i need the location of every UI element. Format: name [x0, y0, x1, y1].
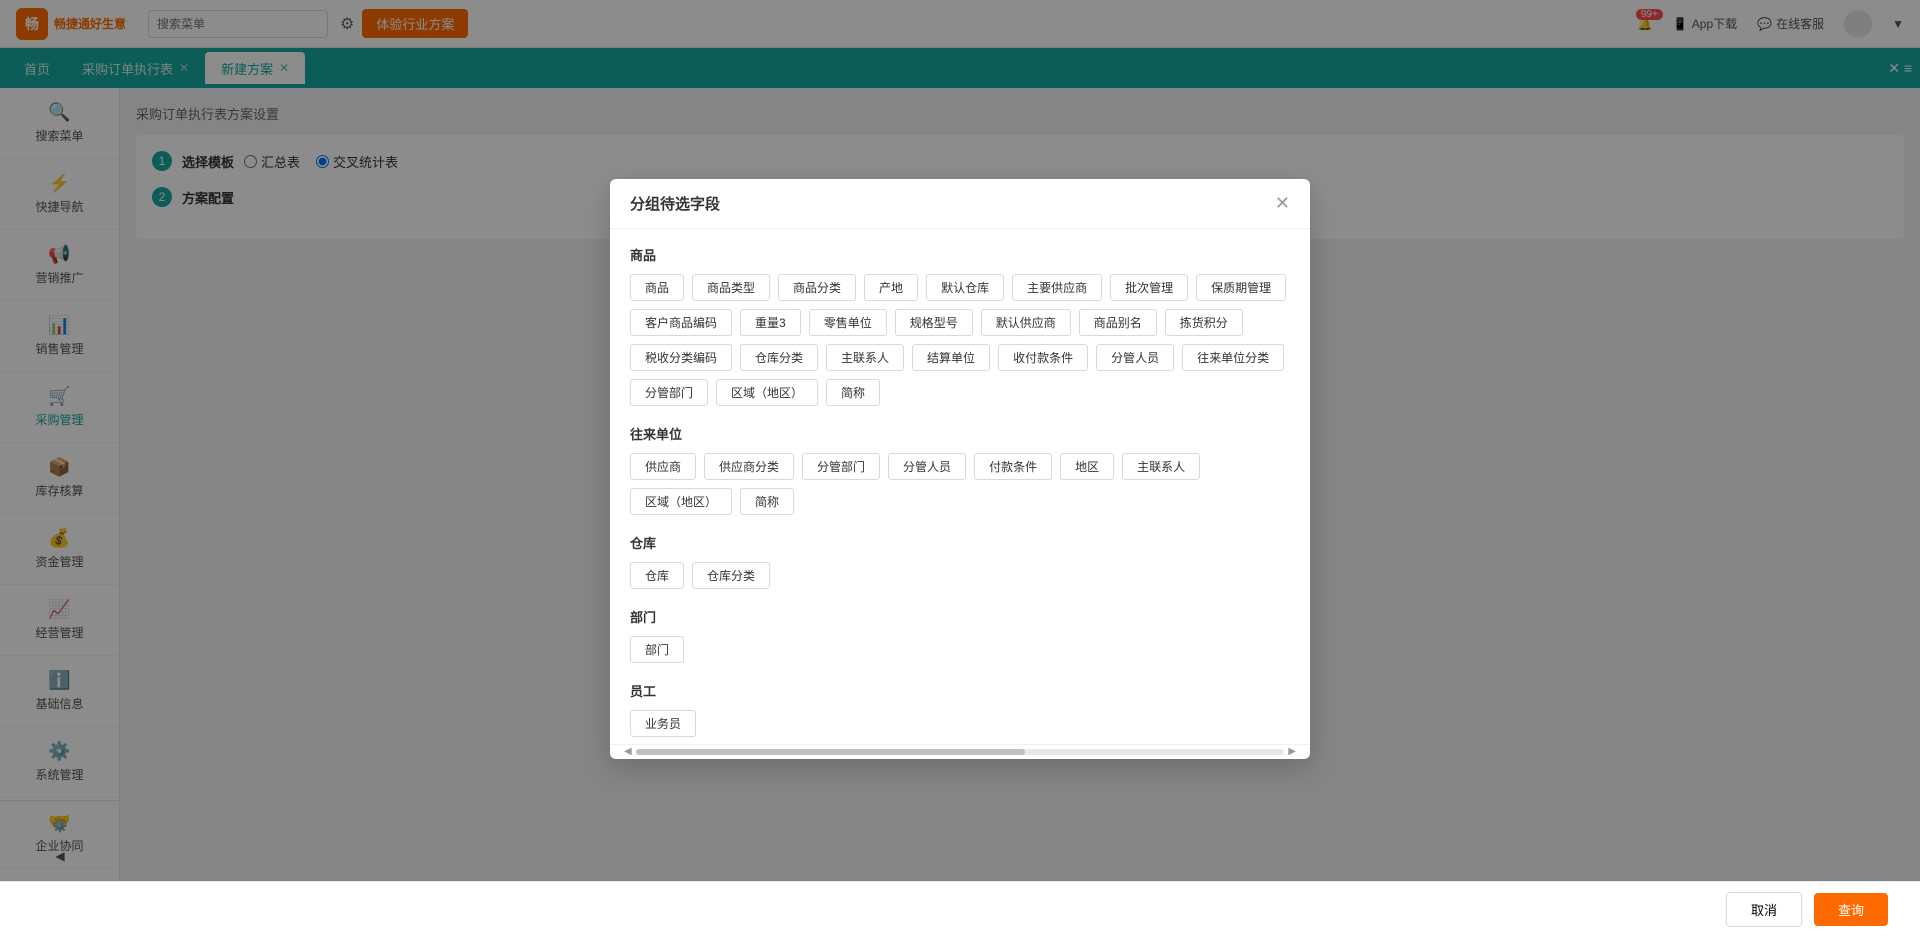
field-section-1: 往来单位供应商供应商分类分管部门分管人员付款条件地区主联系人区域（地区） 简称	[630, 424, 1290, 515]
field-tag-1-4[interactable]: 付款条件	[974, 453, 1052, 480]
field-tags-3: 部门	[630, 636, 1290, 663]
field-tags-4: 业务员	[630, 710, 1290, 737]
field-tags-0: 商品商品类型商品分类产地默认仓库主要供应商批次管理保质期管理客户商品编码重量3 零…	[630, 274, 1290, 406]
modal-footer-scroll: ◀ ▶	[610, 744, 1310, 758]
field-tag-0-15[interactable]: 税收分类编码	[630, 344, 732, 371]
field-tag-0-1[interactable]: 商品类型	[692, 274, 770, 301]
modal-overlay[interactable]: 分组待选字段 ✕ 商品商品商品类型商品分类产地默认仓库主要供应商批次管理保质期管…	[0, 0, 1920, 937]
modal-header: 分组待选字段 ✕	[610, 179, 1310, 229]
field-tag-0-5[interactable]: 主要供应商	[1012, 274, 1102, 301]
field-tag-0-7[interactable]: 保质期管理	[1196, 274, 1286, 301]
cancel-button[interactable]: 取消	[1726, 892, 1802, 927]
field-tag-0-4[interactable]: 默认仓库	[926, 274, 1004, 301]
field-tag-1-3[interactable]: 分管人员	[888, 453, 966, 480]
field-tag-1-5[interactable]: 地区	[1060, 453, 1114, 480]
confirm-button[interactable]: 查询	[1814, 893, 1888, 926]
field-tag-0-16[interactable]: 仓库分类	[740, 344, 818, 371]
modal-close-button[interactable]: ✕	[1275, 193, 1290, 214]
field-tag-0-0[interactable]: 商品	[630, 274, 684, 301]
section-title-4: 员工	[630, 681, 1290, 700]
horizontal-scrollbar[interactable]	[636, 749, 1285, 755]
field-tag-0-12[interactable]: 默认供应商	[981, 309, 1071, 336]
scrollbar-thumb	[636, 749, 1025, 755]
field-section-2: 仓库仓库仓库分类	[630, 533, 1290, 589]
field-tag-0-6[interactable]: 批次管理	[1110, 274, 1188, 301]
field-tag-4-0[interactable]: 业务员	[630, 710, 696, 737]
field-tag-0-24[interactable]: 简称	[826, 379, 880, 406]
field-tag-1-7[interactable]: 区域（地区）	[630, 488, 732, 515]
field-section-4: 员工业务员	[630, 681, 1290, 737]
field-tag-1-1[interactable]: 供应商分类	[704, 453, 794, 480]
section-title-0: 商品	[630, 245, 1290, 264]
field-tag-2-0[interactable]: 仓库	[630, 562, 684, 589]
field-tag-0-23[interactable]: 区域（地区）	[716, 379, 818, 406]
field-tags-2: 仓库仓库分类	[630, 562, 1290, 589]
field-section-3: 部门部门	[630, 607, 1290, 663]
field-tag-0-18[interactable]: 结算单位	[912, 344, 990, 371]
field-tag-0-9[interactable]: 重量3	[740, 309, 801, 336]
field-tag-0-22[interactable]: 分管部门	[630, 379, 708, 406]
field-tags-1: 供应商供应商分类分管部门分管人员付款条件地区主联系人区域（地区） 简称	[630, 453, 1290, 515]
field-section-0: 商品商品商品类型商品分类产地默认仓库主要供应商批次管理保质期管理客户商品编码重量…	[630, 245, 1290, 406]
field-tag-1-6[interactable]: 主联系人	[1122, 453, 1200, 480]
field-tag-0-3[interactable]: 产地	[864, 274, 918, 301]
scroll-left-arrow[interactable]: ◀	[620, 746, 636, 757]
field-tag-0-14[interactable]: 拣货积分	[1165, 309, 1243, 336]
section-title-3: 部门	[630, 607, 1290, 626]
field-tag-0-2[interactable]: 商品分类	[778, 274, 856, 301]
section-title-2: 仓库	[630, 533, 1290, 552]
field-tag-3-0[interactable]: 部门	[630, 636, 684, 663]
field-tag-1-8[interactable]: 简称	[740, 488, 794, 515]
modal-body[interactable]: 商品商品商品类型商品分类产地默认仓库主要供应商批次管理保质期管理客户商品编码重量…	[610, 229, 1310, 745]
bottom-bar: 取消 查询	[0, 881, 1920, 937]
field-tag-0-21[interactable]: 往来单位分类	[1182, 344, 1284, 371]
field-tag-0-13[interactable]: 商品别名	[1079, 309, 1157, 336]
field-tag-0-20[interactable]: 分管人员	[1096, 344, 1174, 371]
section-title-1: 往来单位	[630, 424, 1290, 443]
modal-title: 分组待选字段	[630, 193, 720, 214]
field-tag-0-11[interactable]: 规格型号	[895, 309, 973, 336]
field-tag-0-10[interactable]: 零售单位	[809, 309, 887, 336]
field-tag-1-2[interactable]: 分管部门	[802, 453, 880, 480]
field-tag-0-19[interactable]: 收付款条件	[998, 344, 1088, 371]
field-tag-1-0[interactable]: 供应商	[630, 453, 696, 480]
field-tag-0-8[interactable]: 客户商品编码	[630, 309, 732, 336]
scroll-right-arrow[interactable]: ▶	[1284, 746, 1300, 757]
modal-dialog: 分组待选字段 ✕ 商品商品商品类型商品分类产地默认仓库主要供应商批次管理保质期管…	[610, 179, 1310, 759]
field-tag-0-17[interactable]: 主联系人	[826, 344, 904, 371]
field-tag-2-1[interactable]: 仓库分类	[692, 562, 770, 589]
